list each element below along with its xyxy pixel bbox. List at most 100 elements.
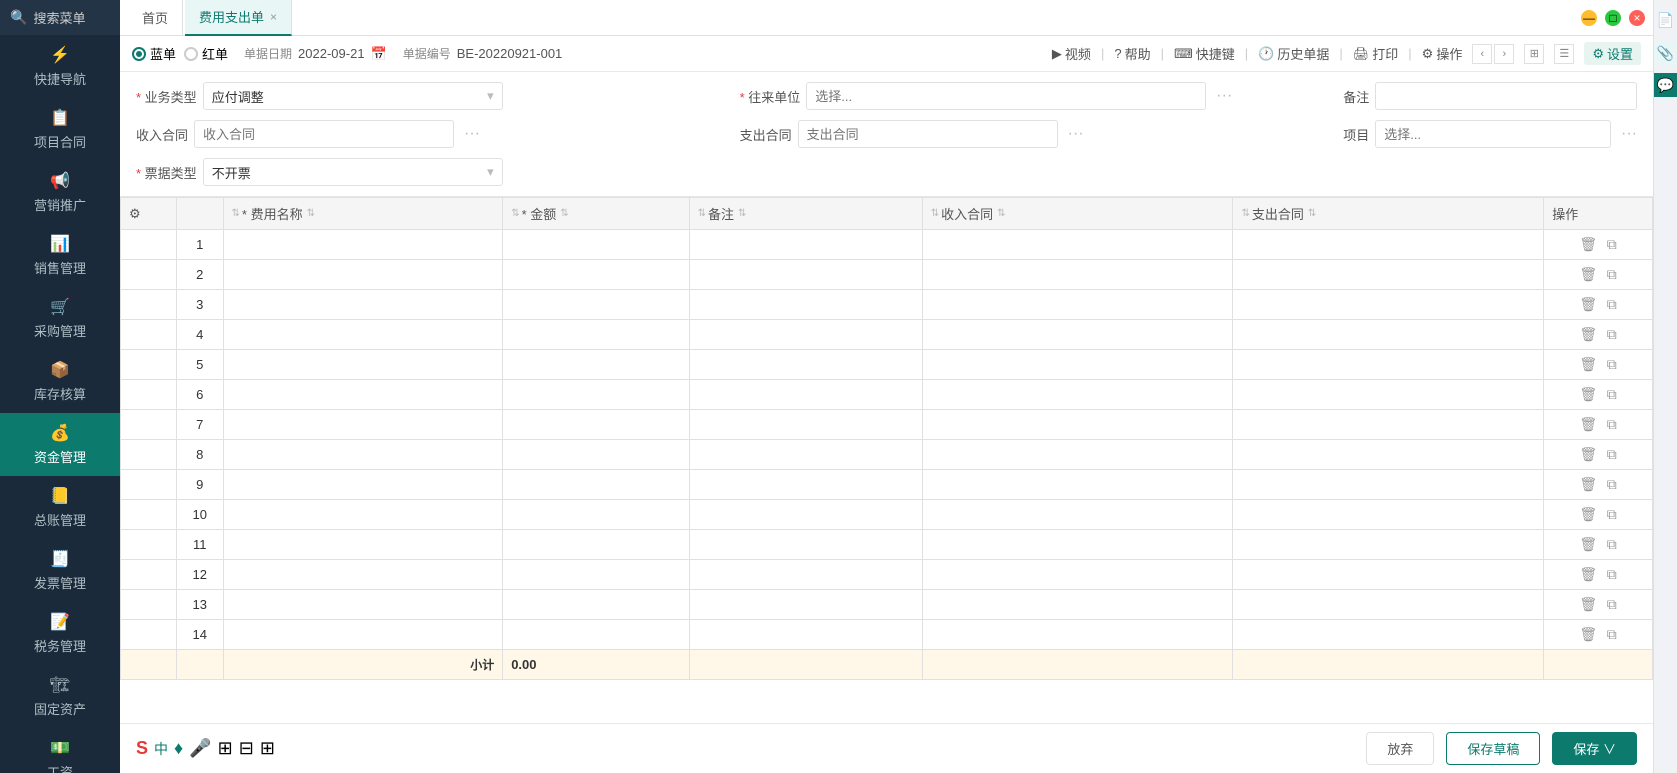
row-remark-cell[interactable] (689, 590, 922, 620)
row-copy-icon[interactable]: ⧉ (1607, 536, 1617, 552)
row-expense-name-cell[interactable] (223, 260, 503, 290)
row-copy-icon[interactable]: ⧉ (1607, 506, 1617, 522)
row-copy-icon[interactable]: ⧉ (1607, 416, 1617, 432)
sidebar-item-capital[interactable]: 💰资金管理 (0, 413, 120, 476)
print-btn[interactable]: 🖨 打印 (1353, 44, 1399, 63)
sidebar-item-salary[interactable]: 💵工资 (0, 728, 120, 773)
row-income-contract-cell[interactable] (922, 440, 1233, 470)
row-remark-cell[interactable] (689, 560, 922, 590)
row-amount-cell[interactable] (503, 560, 689, 590)
row-expense-contract-cell[interactable] (1233, 470, 1544, 500)
row-income-contract-cell[interactable] (922, 290, 1233, 320)
row-expense-name-cell[interactable] (223, 470, 503, 500)
sidebar-item-sales[interactable]: 📊销售管理 (0, 224, 120, 287)
footer-s-icon[interactable]: S (136, 738, 148, 759)
row-expense-name-cell[interactable] (223, 560, 503, 590)
row-remark-cell[interactable] (689, 230, 922, 260)
row-expense-name-cell[interactable] (223, 500, 503, 530)
row-expense-name-cell[interactable] (223, 320, 503, 350)
row-remark-cell[interactable] (689, 290, 922, 320)
project-dots-icon[interactable]: ··· (1621, 125, 1637, 143)
row-delete-icon[interactable]: 🗑 (1579, 416, 1597, 432)
footer-grid3-icon[interactable]: ⊞ (260, 738, 275, 759)
set-button[interactable]: ⚙ 设置 (1584, 42, 1641, 65)
row-amount-cell[interactable] (503, 260, 689, 290)
nav-right-btn[interactable]: › (1494, 44, 1514, 64)
footer-diamond-icon[interactable]: ♦ (174, 738, 183, 759)
footer-grid1-icon[interactable]: ⊞ (218, 738, 233, 759)
row-expense-name-cell[interactable] (223, 290, 503, 320)
row-amount-cell[interactable] (503, 290, 689, 320)
row-amount-cell[interactable] (503, 470, 689, 500)
calendar-icon[interactable]: 📅 (371, 46, 387, 62)
row-remark-cell[interactable] (689, 260, 922, 290)
row-expense-name-cell[interactable] (223, 440, 503, 470)
row-expense-contract-cell[interactable] (1233, 350, 1544, 380)
row-expense-name-cell[interactable] (223, 620, 503, 650)
row-amount-cell[interactable] (503, 320, 689, 350)
row-remark-cell[interactable] (689, 500, 922, 530)
row-remark-cell[interactable] (689, 410, 922, 440)
row-delete-icon[interactable]: 🗑 (1579, 296, 1597, 312)
row-delete-icon[interactable]: 🗑 (1579, 566, 1597, 582)
sidebar-item-invoice[interactable]: 🧾发票管理 (0, 539, 120, 602)
row-income-contract-cell[interactable] (922, 470, 1233, 500)
row-amount-cell[interactable] (503, 590, 689, 620)
project-input[interactable] (1375, 120, 1611, 148)
expense-contract-input[interactable] (798, 120, 1058, 148)
row-delete-icon[interactable]: 🗑 (1579, 626, 1597, 642)
row-copy-icon[interactable]: ⧉ (1607, 296, 1617, 312)
footer-mic-icon[interactable]: 🎤 (189, 738, 211, 759)
blue-radio[interactable]: 蓝单 (132, 44, 176, 63)
window-close-button[interactable]: × (1629, 10, 1645, 26)
row-copy-icon[interactable]: ⧉ (1607, 356, 1617, 372)
row-remark-cell[interactable] (689, 320, 922, 350)
nav-left-btn[interactable]: ‹ (1472, 44, 1492, 64)
row-delete-icon[interactable]: 🗑 (1579, 356, 1597, 372)
right-panel-icon-1[interactable]: 📄 (1653, 8, 1677, 33)
history-btn[interactable]: 🕐 历史单据 (1258, 44, 1329, 63)
row-expense-contract-cell[interactable] (1233, 590, 1544, 620)
sidebar-search[interactable]: 🔍 搜索菜单 (0, 0, 120, 35)
footer-grid2-icon[interactable]: ⊟ (239, 738, 254, 759)
row-expense-name-cell[interactable] (223, 530, 503, 560)
help-btn[interactable]: ? 帮助 (1114, 44, 1150, 63)
row-remark-cell[interactable] (689, 380, 922, 410)
row-expense-contract-cell[interactable] (1233, 320, 1544, 350)
row-remark-cell[interactable] (689, 440, 922, 470)
row-expense-name-cell[interactable] (223, 410, 503, 440)
tab-expense[interactable]: 费用支出单 × (185, 0, 292, 36)
row-expense-contract-cell[interactable] (1233, 260, 1544, 290)
sidebar-item-marketing[interactable]: 📢营销推广 (0, 161, 120, 224)
row-income-contract-cell[interactable] (922, 530, 1233, 560)
row-delete-icon[interactable]: 🗑 (1579, 386, 1597, 402)
save-draft-button[interactable]: 保存草稿 (1446, 732, 1540, 765)
row-copy-icon[interactable]: ⧉ (1607, 476, 1617, 492)
row-amount-cell[interactable] (503, 530, 689, 560)
footer-zh-icon[interactable]: 中 (154, 739, 168, 759)
row-remark-cell[interactable] (689, 350, 922, 380)
row-delete-icon[interactable]: 🗑 (1579, 476, 1597, 492)
row-expense-contract-cell[interactable] (1233, 620, 1544, 650)
business-type-select[interactable]: 应付调整 ▾ (203, 82, 503, 110)
row-delete-icon[interactable]: 🗑 (1579, 506, 1597, 522)
sidebar-item-inventory[interactable]: 📦库存核算 (0, 350, 120, 413)
col-settings[interactable]: ⚙ (121, 198, 177, 230)
partner-dots-icon[interactable]: ··· (1216, 87, 1232, 105)
row-expense-name-cell[interactable] (223, 380, 503, 410)
row-copy-icon[interactable]: ⧉ (1607, 236, 1617, 252)
sidebar-item-fixed-assets[interactable]: 🏗固定资产 (0, 665, 120, 728)
row-amount-cell[interactable] (503, 500, 689, 530)
row-expense-contract-cell[interactable] (1233, 230, 1544, 260)
row-remark-cell[interactable] (689, 530, 922, 560)
col-amount[interactable]: ⇅ * 金额 ⇅ (503, 198, 689, 230)
row-delete-icon[interactable]: 🗑 (1579, 446, 1597, 462)
row-income-contract-cell[interactable] (922, 320, 1233, 350)
window-maximize-button[interactable]: □ (1605, 10, 1621, 26)
sidebar-item-quick-nav[interactable]: ⚡快捷导航 (0, 35, 120, 98)
row-expense-contract-cell[interactable] (1233, 530, 1544, 560)
row-expense-contract-cell[interactable] (1233, 560, 1544, 590)
row-expense-contract-cell[interactable] (1233, 380, 1544, 410)
sidebar-item-ledger[interactable]: 📒总账管理 (0, 476, 120, 539)
row-income-contract-cell[interactable] (922, 620, 1233, 650)
